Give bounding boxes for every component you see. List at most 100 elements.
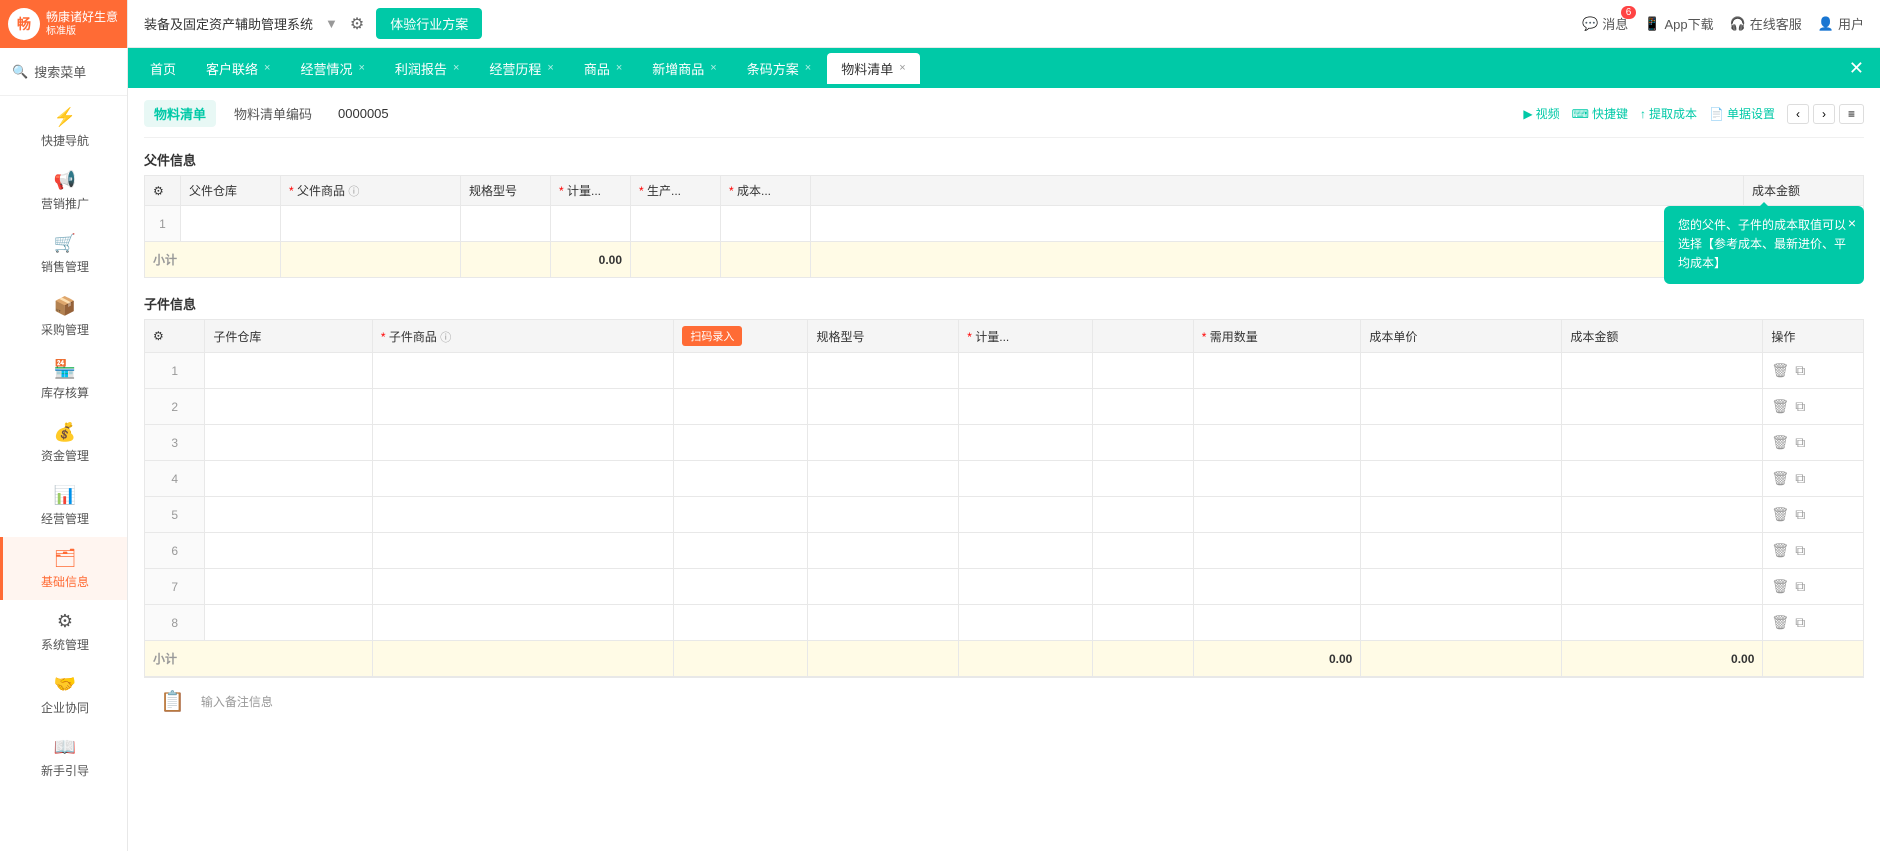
parent-row1-cost[interactable] bbox=[721, 206, 811, 242]
child-row-unit[interactable] bbox=[959, 389, 1093, 425]
tab-new-goods[interactable]: 新增商品 × bbox=[638, 53, 730, 84]
copy-row-button[interactable]: ⧉ bbox=[1795, 614, 1805, 631]
tab-goods-close[interactable]: × bbox=[616, 62, 622, 74]
tab-customer-close[interactable]: × bbox=[264, 62, 270, 74]
child-row-qty[interactable] bbox=[1193, 569, 1361, 605]
child-row-warehouse[interactable] bbox=[205, 605, 373, 641]
child-row-qty[interactable] bbox=[1193, 353, 1361, 389]
sidebar-item-guide[interactable]: 📖 新手引导 bbox=[0, 726, 127, 789]
copy-row-button[interactable]: ⧉ bbox=[1795, 470, 1805, 487]
child-row-qty[interactable] bbox=[1193, 461, 1361, 497]
shortcut-button[interactable]: ⌨ 快捷键 bbox=[1572, 105, 1628, 122]
delete-row-button[interactable]: 🗑 bbox=[1771, 470, 1789, 487]
child-row-product[interactable] bbox=[372, 497, 674, 533]
tab-barcode-close[interactable]: × bbox=[805, 62, 811, 74]
sidebar-item-purchase[interactable]: 📦 采购管理 bbox=[0, 285, 127, 348]
copy-row-button[interactable]: ⧉ bbox=[1795, 542, 1805, 559]
user-avatar[interactable]: 👤 用户 bbox=[1818, 14, 1864, 33]
tab-home[interactable]: 首页 bbox=[136, 53, 190, 84]
child-row-product[interactable] bbox=[372, 605, 674, 641]
close-all-tabs-button[interactable]: ✕ bbox=[1841, 58, 1872, 79]
child-row-spec[interactable] bbox=[808, 497, 959, 533]
parent-row1-spec[interactable] bbox=[461, 206, 551, 242]
child-row-unit[interactable] bbox=[959, 461, 1093, 497]
child-row-unitcost[interactable] bbox=[1361, 605, 1562, 641]
sub-tab-bom[interactable]: 物料清单 bbox=[144, 100, 216, 127]
trial-button[interactable]: 体验行业方案 bbox=[376, 8, 482, 39]
sidebar-item-basic-info[interactable]: 🗂 基础信息 bbox=[0, 537, 127, 600]
child-row-qty[interactable] bbox=[1193, 605, 1361, 641]
child-row-unitcost[interactable] bbox=[1361, 389, 1562, 425]
scan-input-button[interactable]: 扫码录入 bbox=[682, 326, 742, 346]
prev-page-button[interactable]: ‹ bbox=[1787, 104, 1809, 124]
child-row-product[interactable] bbox=[372, 533, 674, 569]
tab-operations[interactable]: 经营情况 × bbox=[286, 53, 378, 84]
child-row-spec[interactable] bbox=[808, 605, 959, 641]
child-th-gear[interactable]: ⚙ bbox=[145, 320, 205, 353]
tab-operations-close[interactable]: × bbox=[358, 62, 364, 74]
delete-row-button[interactable]: 🗑 bbox=[1771, 398, 1789, 415]
child-row-qty[interactable] bbox=[1193, 425, 1361, 461]
delete-row-button[interactable]: 🗑 bbox=[1771, 434, 1789, 451]
child-row-qty[interactable] bbox=[1193, 389, 1361, 425]
child-row-warehouse[interactable] bbox=[205, 569, 373, 605]
child-row-spec[interactable] bbox=[808, 461, 959, 497]
child-row-warehouse[interactable] bbox=[205, 353, 373, 389]
copy-row-button[interactable]: ⧉ bbox=[1795, 434, 1805, 451]
sidebar-item-operations[interactable]: 📊 经营管理 bbox=[0, 474, 127, 537]
child-row-product[interactable] bbox=[372, 461, 674, 497]
delete-row-button[interactable]: 🗑 bbox=[1771, 614, 1789, 631]
tab-history-close[interactable]: × bbox=[547, 62, 553, 74]
tab-history[interactable]: 经营历程 × bbox=[475, 53, 567, 84]
parent-row1-unit[interactable] bbox=[551, 206, 631, 242]
child-row-unit[interactable] bbox=[959, 353, 1093, 389]
child-row-warehouse[interactable] bbox=[205, 461, 373, 497]
parent-th-gear[interactable]: ⚙ bbox=[145, 176, 181, 206]
grid-view-button[interactable]: ≡ bbox=[1839, 104, 1864, 124]
sidebar-item-enterprise[interactable]: 🤝 企业协同 bbox=[0, 663, 127, 726]
app-download-button[interactable]: 📱 App下载 bbox=[1644, 14, 1713, 33]
tab-profit[interactable]: 利润报告 × bbox=[381, 53, 473, 84]
tab-barcode[interactable]: 条码方案 × bbox=[733, 53, 825, 84]
search-menu-button[interactable]: 🔍 搜索菜单 bbox=[8, 56, 119, 87]
sidebar-item-quick-nav[interactable]: ⚡ 快捷导航 bbox=[0, 96, 127, 159]
sidebar-item-system[interactable]: ⚙ 系统管理 bbox=[0, 600, 127, 663]
copy-row-button[interactable]: ⧉ bbox=[1795, 362, 1805, 379]
child-row-warehouse[interactable] bbox=[205, 533, 373, 569]
sidebar-item-sales[interactable]: 🛒 销售管理 bbox=[0, 222, 127, 285]
child-row-product[interactable] bbox=[372, 353, 674, 389]
parent-row1-prod[interactable] bbox=[631, 206, 721, 242]
child-row-spec[interactable] bbox=[808, 569, 959, 605]
extract-cost-button[interactable]: ↑ 提取成本 bbox=[1640, 105, 1697, 122]
child-row-spec[interactable] bbox=[808, 389, 959, 425]
child-row-qty[interactable] bbox=[1193, 533, 1361, 569]
child-row-warehouse[interactable] bbox=[205, 425, 373, 461]
delete-row-button[interactable]: 🗑 bbox=[1771, 362, 1789, 379]
child-row-spec[interactable] bbox=[808, 425, 959, 461]
note-placeholder[interactable]: 输入备注信息 bbox=[201, 693, 273, 710]
child-row-unit[interactable] bbox=[959, 569, 1093, 605]
tab-goods[interactable]: 商品 × bbox=[570, 53, 636, 84]
child-row-unitcost[interactable] bbox=[1361, 461, 1562, 497]
child-row-product[interactable] bbox=[372, 425, 674, 461]
copy-row-button[interactable]: ⧉ bbox=[1795, 578, 1805, 595]
child-row-unitcost[interactable] bbox=[1361, 533, 1562, 569]
child-row-unit[interactable] bbox=[959, 533, 1093, 569]
child-row-spec[interactable] bbox=[808, 533, 959, 569]
child-row-product[interactable] bbox=[372, 569, 674, 605]
tooltip-close-button[interactable]: × bbox=[1848, 212, 1856, 234]
copy-row-button[interactable]: ⧉ bbox=[1795, 398, 1805, 415]
delete-row-button[interactable]: 🗑 bbox=[1771, 542, 1789, 559]
online-service-button[interactable]: 🎧 在线客服 bbox=[1730, 14, 1802, 33]
video-button[interactable]: ▶ 视频 bbox=[1523, 105, 1559, 122]
child-row-unit[interactable] bbox=[959, 605, 1093, 641]
tab-customer[interactable]: 客户联络 × bbox=[192, 53, 284, 84]
child-row-unitcost[interactable] bbox=[1361, 425, 1562, 461]
delete-row-button[interactable]: 🗑 bbox=[1771, 506, 1789, 523]
sidebar-item-finance[interactable]: 💰 资金管理 bbox=[0, 411, 127, 474]
parent-row1-product[interactable] bbox=[281, 206, 461, 242]
child-row-unitcost[interactable] bbox=[1361, 569, 1562, 605]
copy-row-button[interactable]: ⧉ bbox=[1795, 506, 1805, 523]
tab-profit-close[interactable]: × bbox=[453, 62, 459, 74]
tab-bom-close[interactable]: × bbox=[899, 62, 905, 74]
